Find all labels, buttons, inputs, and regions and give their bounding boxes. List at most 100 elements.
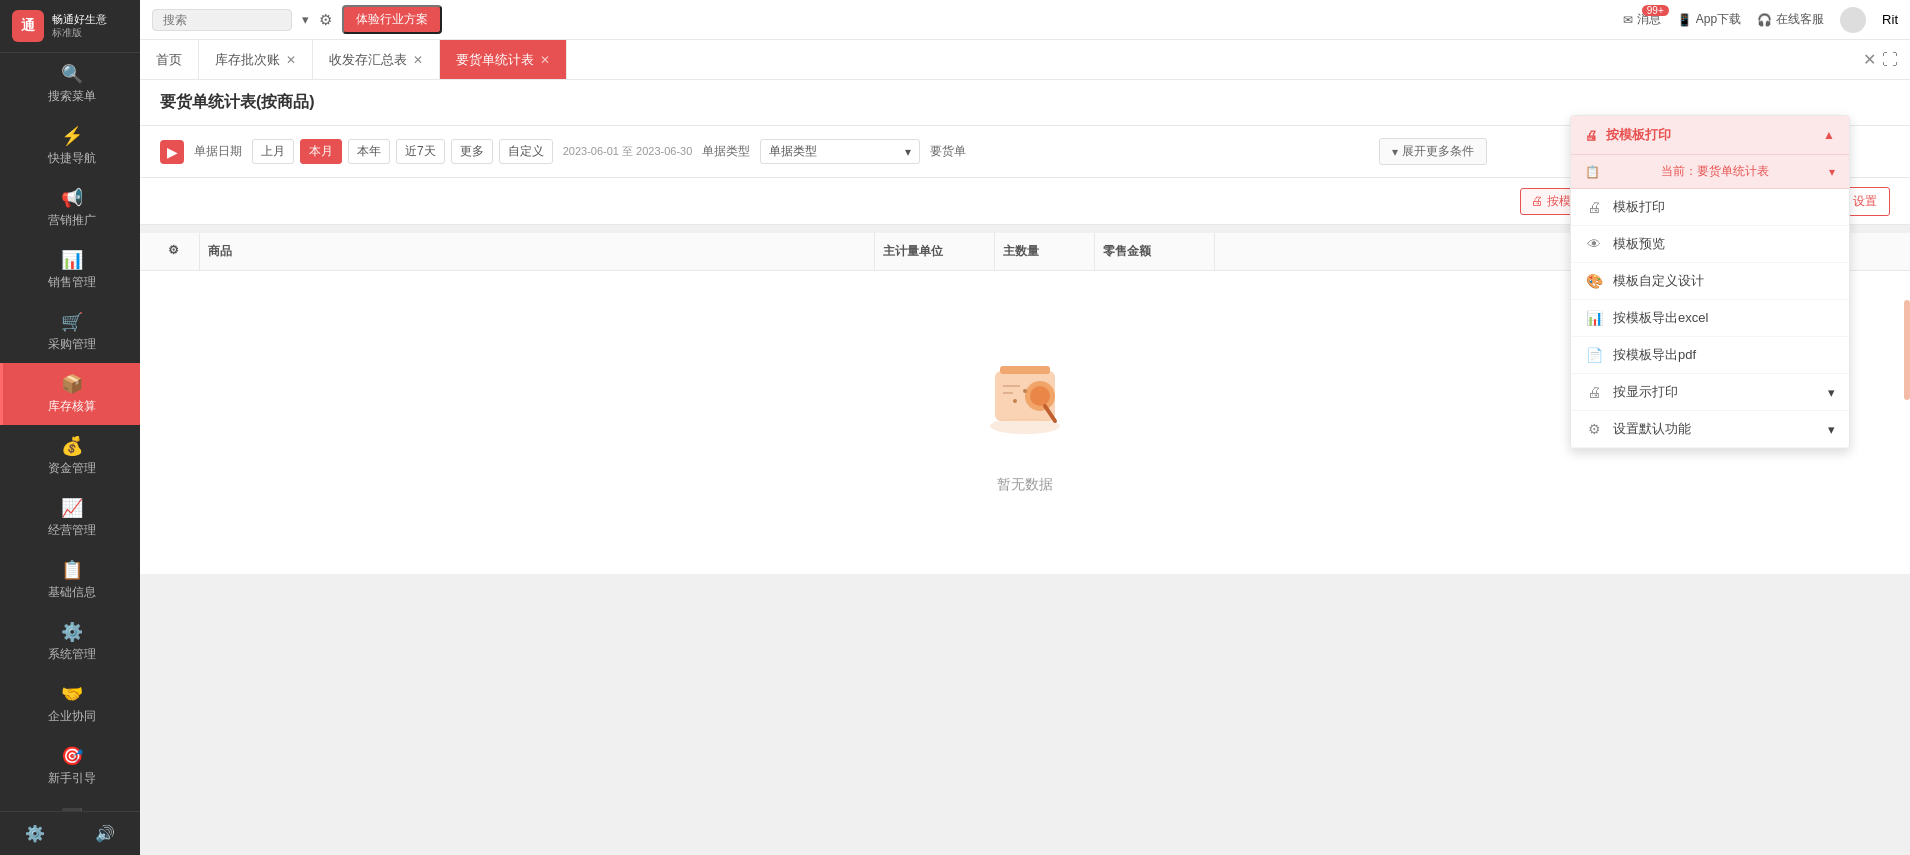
dropdown-item-template-print[interactable]: 🖨 模板打印 [1571, 189, 1849, 226]
filter-toggle-btn[interactable]: ▶ [160, 140, 184, 164]
dropdown-item-template-design[interactable]: 🎨 模板自定义设计 [1571, 263, 1849, 300]
expand-icon: ▾ [1392, 145, 1398, 159]
tab-expand-icon[interactable]: ⛶ [1882, 51, 1898, 69]
app-name: 畅通好生意 [52, 12, 107, 26]
sidebar-item-marketing[interactable]: 📢 营销推广 [0, 177, 140, 239]
main-area: ▾ ⚙ 体验行业方案 ✉ 消息 99+ 📱 App下载 🎧 在线客服 Rit 首… [140, 0, 1910, 855]
th-quantity: 主数量 [995, 233, 1095, 270]
sidebar-label-purchase: 采购管理 [48, 336, 96, 353]
sound-icon[interactable]: 🔊 [87, 820, 123, 847]
display-print-icon: 🖨 [1585, 384, 1603, 400]
promo-button[interactable]: 体验行业方案 [342, 5, 442, 34]
template-print-icon: 🖨 [1585, 199, 1603, 215]
sidebar-label-quicknav: 快捷导航 [48, 150, 96, 167]
sidebar-item-basic[interactable]: 📋 基础信息 [0, 549, 140, 611]
date-btn-this-year[interactable]: 本年 [348, 139, 390, 164]
user-avatar[interactable] [1840, 7, 1866, 33]
type-select[interactable]: 单据类型 ▾ [760, 139, 920, 164]
svg-point-4 [1030, 386, 1050, 406]
tab-close-all-icon[interactable]: ✕ [1863, 50, 1876, 69]
sidebar-label-marketing: 营销推广 [48, 212, 96, 229]
dropdown-item-export-pdf[interactable]: 📄 按模板导出pdf [1571, 337, 1849, 374]
app-download-item[interactable]: 📱 App下载 [1677, 11, 1741, 28]
right-scrollbar[interactable] [1904, 300, 1910, 400]
dropdown-printer-icon: 🖨 [1585, 128, 1598, 143]
tab-collection-summary[interactable]: 收发存汇总表 ✕ [313, 40, 440, 79]
date-btn-7days[interactable]: 近7天 [396, 139, 445, 164]
date-btn-this-month[interactable]: 本月 [300, 139, 342, 164]
export-pdf-icon: 📄 [1585, 347, 1603, 363]
sidebar: 通 畅通好生意 标准版 🔍 搜索菜单 ⚡ 快捷导航 📢 营销推广 📊 销售管理 … [0, 0, 140, 855]
settings-icon[interactable]: ⚙️ [17, 820, 53, 847]
template-design-icon: 🎨 [1585, 273, 1603, 289]
sidebar-label-basic: 基础信息 [48, 584, 96, 601]
sidebar-label-finance: 资金管理 [48, 460, 96, 477]
expand-more-btn[interactable]: ▾ 展开更多条件 [1379, 138, 1487, 165]
sidebar-icon-system: ⚙️ [61, 621, 83, 643]
content-area: 要货单统计表(按商品) ▶ 单据日期 上月 本月 本年 近7天 更多 自定义 2… [140, 80, 1910, 855]
sidebar-item-sales[interactable]: 📊 销售管理 [0, 239, 140, 301]
tab-home[interactable]: 首页 [140, 40, 199, 79]
message-item[interactable]: ✉ 消息 99+ [1623, 11, 1661, 28]
dropdown-item-template-preview[interactable]: 👁 模板预览 [1571, 226, 1849, 263]
expand-label: 展开更多条件 [1402, 143, 1474, 160]
empty-illustration [975, 351, 1075, 460]
sidebar-nav: 🔍 搜索菜单 ⚡ 快捷导航 📢 营销推广 📊 销售管理 🛒 采购管理 📦 库存核… [0, 53, 140, 811]
sidebar-item-system[interactable]: ⚙️ 系统管理 [0, 611, 140, 673]
sidebar-bottom: ⚙️ 🔊 [0, 811, 140, 855]
sidebar-item-enterprise[interactable]: 🤝 企业协同 [0, 673, 140, 735]
date-group: 上月 本月 本年 近7天 更多 自定义 [252, 139, 553, 164]
sidebar-icon-quicknav: ⚡ [61, 125, 83, 147]
tab-order-stats-close[interactable]: ✕ [540, 53, 550, 67]
empty-text: 暂无数据 [997, 476, 1053, 494]
th-unit: 主计量单位 [875, 233, 995, 270]
printer-icon: 🖨 [1531, 194, 1543, 208]
sidebar-icon-inventory: 📦 [61, 373, 83, 395]
message-badge: 99+ [1642, 5, 1669, 16]
tab-order-stats-label: 要货单统计表 [456, 51, 534, 69]
sidebar-item-purchase[interactable]: 🛒 采购管理 [0, 301, 140, 363]
sidebar-item-guide[interactable]: 🎯 新手引导 [0, 735, 140, 797]
tab-collection-summary-close[interactable]: ✕ [413, 53, 423, 67]
display-print-arrow: ▾ [1828, 385, 1835, 400]
tabbar: 首页 库存批次账 ✕ 收发存汇总表 ✕ 要货单统计表 ✕ ✕ ⛶ [140, 40, 1910, 80]
user-name: Rit [1882, 12, 1898, 27]
template-preview-icon: 👁 [1585, 236, 1603, 252]
sidebar-item-search[interactable]: 🔍 搜索菜单 [0, 53, 140, 115]
sidebar-item-apps[interactable]: 🔲 应用中心 [0, 797, 140, 811]
tab-inventory-batch-close[interactable]: ✕ [286, 53, 296, 67]
sidebar-icon-basic: 📋 [61, 559, 83, 581]
tabbar-right: ✕ ⛶ [1863, 40, 1910, 79]
tab-order-stats[interactable]: 要货单统计表 ✕ [440, 40, 567, 79]
dropdown-title-text: 按模板打印 [1606, 126, 1671, 144]
dropdown-collapse-icon[interactable]: ▲ [1823, 128, 1835, 142]
dropdown-item-export-excel[interactable]: 📊 按模板导出excel [1571, 300, 1849, 337]
dropdown-display-print[interactable]: 🖨 按显示打印 ▾ [1571, 374, 1849, 411]
search-dropdown-icon[interactable]: ▾ [302, 12, 309, 27]
display-print-label: 按显示打印 [1613, 383, 1678, 401]
svg-point-6 [1023, 389, 1027, 393]
online-service-item[interactable]: 🎧 在线客服 [1757, 11, 1824, 28]
th-settings[interactable]: ⚙ [160, 233, 200, 270]
current-label: 当前：要货单统计表 [1661, 163, 1769, 180]
dropdown-header[interactable]: 🖨 按模板打印 ▲ [1571, 116, 1849, 155]
page-title: 要货单统计表(按商品) [160, 92, 1890, 113]
sidebar-label-enterprise: 企业协同 [48, 708, 96, 725]
sidebar-item-operation[interactable]: 📈 经营管理 [0, 487, 140, 549]
date-range-value: 2023-06-01 至 2023-06-30 [563, 144, 693, 159]
tab-inventory-batch-label: 库存批次账 [215, 51, 280, 69]
date-btn-more[interactable]: 更多 [451, 139, 493, 164]
default-func-icon: ⚙ [1585, 421, 1603, 437]
dropdown-default-func[interactable]: ⚙ 设置默认功能 ▾ [1571, 411, 1849, 448]
sidebar-item-inventory[interactable]: 📦 库存核算 [0, 363, 140, 425]
search-input[interactable] [152, 9, 292, 31]
date-btn-custom[interactable]: 自定义 [499, 139, 553, 164]
svg-point-7 [1013, 399, 1017, 403]
sidebar-label-operation: 经营管理 [48, 522, 96, 539]
topbar-settings-icon[interactable]: ⚙ [319, 11, 332, 29]
tab-inventory-batch[interactable]: 库存批次账 ✕ [199, 40, 313, 79]
sidebar-icon-operation: 📈 [61, 497, 83, 519]
sidebar-item-quicknav[interactable]: ⚡ 快捷导航 [0, 115, 140, 177]
date-btn-last-month[interactable]: 上月 [252, 139, 294, 164]
sidebar-item-finance[interactable]: 💰 资金管理 [0, 425, 140, 487]
